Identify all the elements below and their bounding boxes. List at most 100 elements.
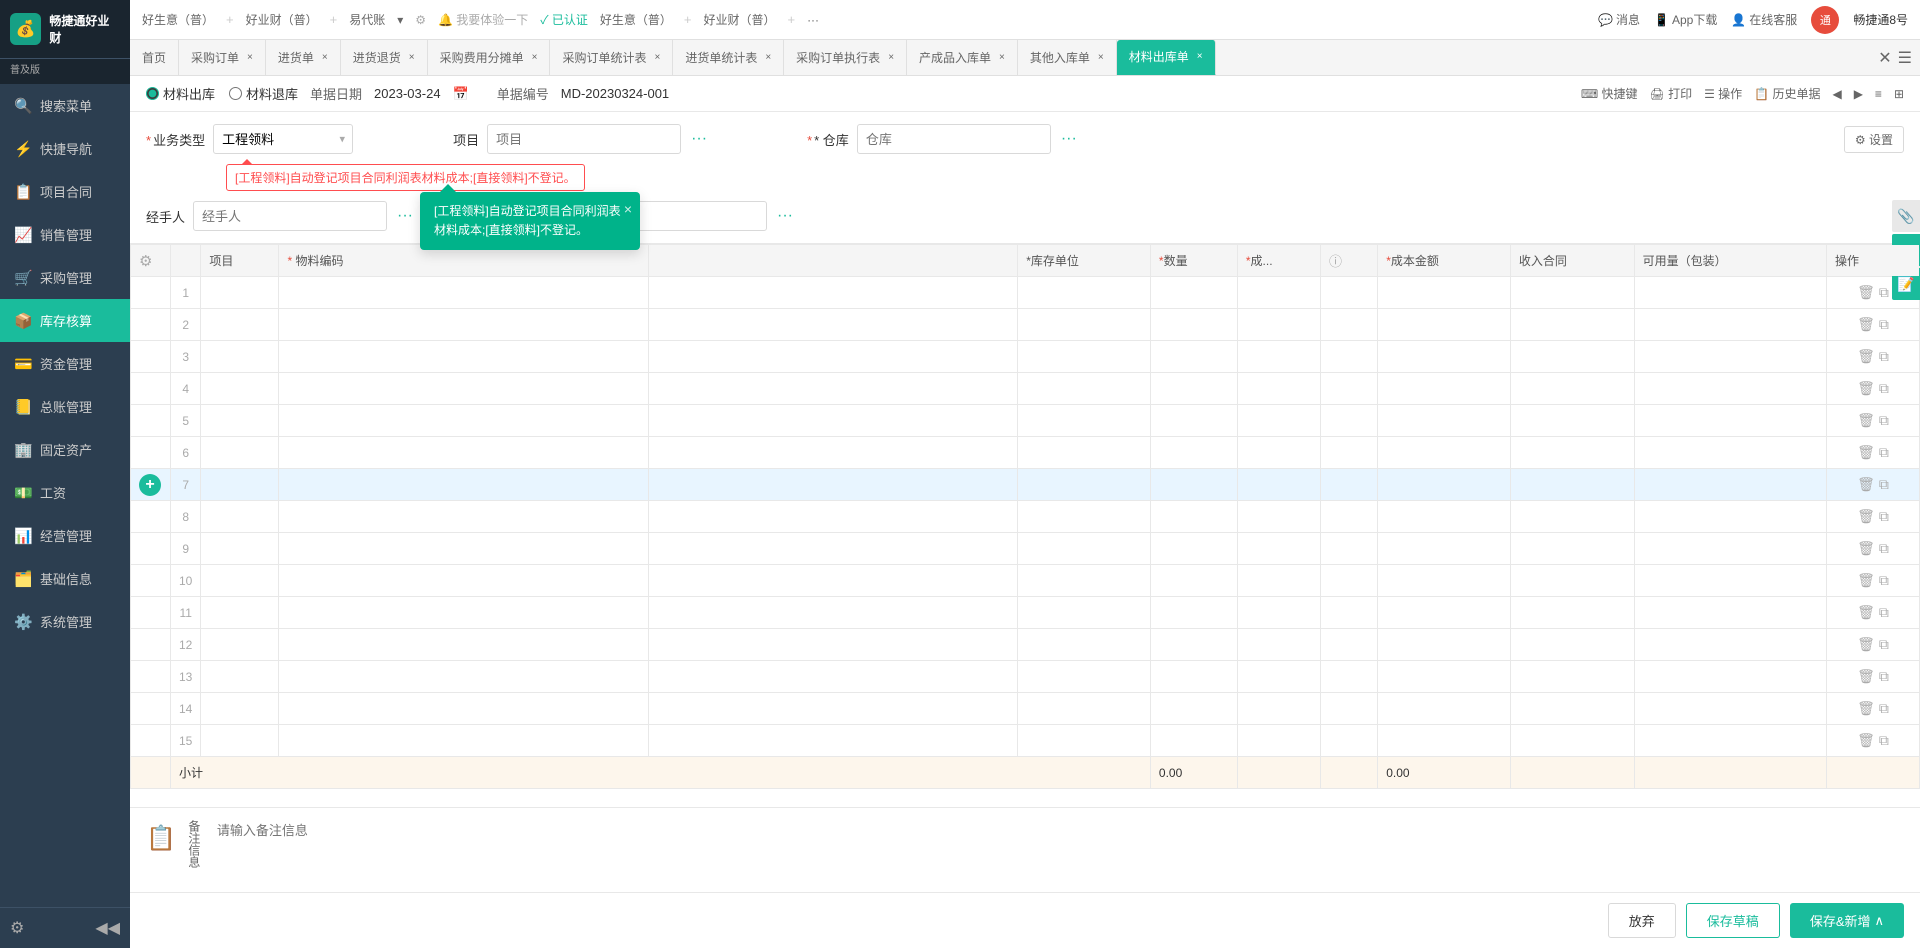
row-delete-btn-3[interactable]: 🗑	[1857, 348, 1875, 365]
row-qty-2[interactable]	[1150, 309, 1237, 341]
row-cost-14[interactable]	[1237, 693, 1320, 725]
biz-type-select[interactable]: 工程领料 直接领料	[213, 124, 353, 154]
row-code-2[interactable]	[279, 309, 648, 341]
row-copy-btn-5[interactable]: ⧉	[1879, 412, 1889, 429]
row-code-15[interactable]	[279, 725, 648, 757]
row-income-contract-13[interactable]	[1510, 661, 1634, 693]
row-unit-5[interactable]	[1018, 405, 1151, 437]
row-available-5[interactable]	[1634, 405, 1826, 437]
row-copy-btn-9[interactable]: ⧉	[1879, 540, 1889, 557]
row-unit-12[interactable]	[1018, 629, 1151, 661]
row-available-12[interactable]	[1634, 629, 1826, 661]
row-unit-7[interactable]	[1018, 469, 1151, 501]
row-delete-btn-15[interactable]: 🗑	[1857, 732, 1875, 749]
row-copy-btn-2[interactable]: ⧉	[1879, 316, 1889, 333]
row-name-10[interactable]	[648, 565, 1017, 597]
row-income-contract-11[interactable]	[1510, 597, 1634, 629]
row-available-6[interactable]	[1634, 437, 1826, 469]
row-name-1[interactable]	[648, 277, 1017, 309]
row-delete-btn-9[interactable]: 🗑	[1857, 540, 1875, 557]
settings-bottom-icon[interactable]: ⚙	[10, 918, 24, 938]
row-cost-amount-2[interactable]	[1378, 309, 1511, 341]
radio-material-return[interactable]: 材料退库	[229, 84, 298, 103]
row-cost-1[interactable]	[1237, 277, 1320, 309]
row-income-contract-15[interactable]	[1510, 725, 1634, 757]
nav-dropdown-arrow[interactable]: ▾	[397, 13, 403, 27]
row-copy-btn-3[interactable]: ⧉	[1879, 348, 1889, 365]
row-available-1[interactable]	[1634, 277, 1826, 309]
nav-good-biz[interactable]: 好生意（普）	[142, 11, 214, 28]
sidebar-item-shortcut[interactable]: ⚡快捷导航	[0, 127, 130, 170]
row-project-4[interactable]	[201, 373, 279, 405]
next-doc-btn[interactable]: ▶	[1854, 87, 1863, 101]
row-delete-btn-13[interactable]: 🗑	[1857, 668, 1875, 685]
row-project-1[interactable]	[201, 277, 279, 309]
row-project-10[interactable]	[201, 565, 279, 597]
row-qty-12[interactable]	[1150, 629, 1237, 661]
row-code-1[interactable]	[279, 277, 648, 309]
row-delete-btn-5[interactable]: 🗑	[1857, 412, 1875, 429]
row-delete-btn-10[interactable]: 🗑	[1857, 572, 1875, 589]
tab-other-inbound[interactable]: 其他入库单 ×	[1018, 40, 1117, 76]
row-name-9[interactable]	[648, 533, 1017, 565]
sidebar-item-ledger[interactable]: 📒总账管理	[0, 385, 130, 428]
row-name-2[interactable]	[648, 309, 1017, 341]
income-contract-dots[interactable]: ···	[777, 207, 793, 225]
row-available-2[interactable]	[1634, 309, 1826, 341]
row-code-10[interactable]	[279, 565, 648, 597]
username[interactable]: 畅捷通8号	[1853, 11, 1908, 28]
row-qty-9[interactable]	[1150, 533, 1237, 565]
row-qty-1[interactable]	[1150, 277, 1237, 309]
row-code-13[interactable]	[279, 661, 648, 693]
row-unit-1[interactable]	[1018, 277, 1151, 309]
row-cost-amount-15[interactable]	[1378, 725, 1511, 757]
row-name-5[interactable]	[648, 405, 1017, 437]
row-copy-btn-12[interactable]: ⧉	[1879, 636, 1889, 653]
row-income-contract-12[interactable]	[1510, 629, 1634, 661]
row-unit-14[interactable]	[1018, 693, 1151, 725]
list-view-btn[interactable]: ≡	[1875, 87, 1882, 101]
handler-dots[interactable]: ···	[397, 207, 413, 225]
save-draft-button[interactable]: 保存草稿	[1686, 903, 1780, 938]
sidebar-item-system[interactable]: ⚙️系统管理	[0, 600, 130, 643]
row-unit-8[interactable]	[1018, 501, 1151, 533]
sidebar-item-funds[interactable]: 💳资金管理	[0, 342, 130, 385]
operation-btn[interactable]: ☰ 操作	[1704, 85, 1742, 102]
row-qty-10[interactable]	[1150, 565, 1237, 597]
row-income-contract-1[interactable]	[1510, 277, 1634, 309]
tab-purchase-order[interactable]: 采购订单 ×	[179, 40, 266, 76]
warehouse-input[interactable]	[857, 124, 1051, 154]
row-income-contract-7[interactable]	[1510, 469, 1634, 501]
tab-close-inbound-return[interactable]: ×	[409, 52, 415, 63]
row-income-contract-3[interactable]	[1510, 341, 1634, 373]
tab-home[interactable]: 首页	[130, 40, 179, 76]
row-income-contract-2[interactable]	[1510, 309, 1634, 341]
row-qty-11[interactable]	[1150, 597, 1237, 629]
table-settings-icon[interactable]: ⚙	[139, 253, 152, 270]
row-qty-4[interactable]	[1150, 373, 1237, 405]
row-code-14[interactable]	[279, 693, 648, 725]
row-cost-10[interactable]	[1237, 565, 1320, 597]
row-project-9[interactable]	[201, 533, 279, 565]
row-unit-10[interactable]	[1018, 565, 1151, 597]
row-cost-amount-10[interactable]	[1378, 565, 1511, 597]
row-name-12[interactable]	[648, 629, 1017, 661]
row-copy-btn-14[interactable]: ⧉	[1879, 700, 1889, 717]
tab-purchase-fee[interactable]: 采购费用分摊单 ×	[428, 40, 551, 76]
row-cost-13[interactable]	[1237, 661, 1320, 693]
tab-purchase-stats[interactable]: 采购订单统计表 ×	[550, 40, 673, 76]
row-code-12[interactable]	[279, 629, 648, 661]
calendar-icon[interactable]: 📅	[453, 86, 469, 102]
row-available-13[interactable]	[1634, 661, 1826, 693]
row-cost-amount-6[interactable]	[1378, 437, 1511, 469]
settings-button[interactable]: ⚙ 设置	[1844, 126, 1904, 153]
row-unit-11[interactable]	[1018, 597, 1151, 629]
tab-close-purchase-stats[interactable]: ×	[654, 52, 660, 63]
online-service-button[interactable]: 👤 在线客服	[1731, 11, 1797, 28]
row-income-contract-5[interactable]	[1510, 405, 1634, 437]
sidebar-item-purchase[interactable]: 🛒采购管理	[0, 256, 130, 299]
row-available-11[interactable]	[1634, 597, 1826, 629]
radio-material-return-input[interactable]	[229, 87, 242, 100]
tab-inbound[interactable]: 进货单 ×	[266, 40, 341, 76]
row-available-14[interactable]	[1634, 693, 1826, 725]
